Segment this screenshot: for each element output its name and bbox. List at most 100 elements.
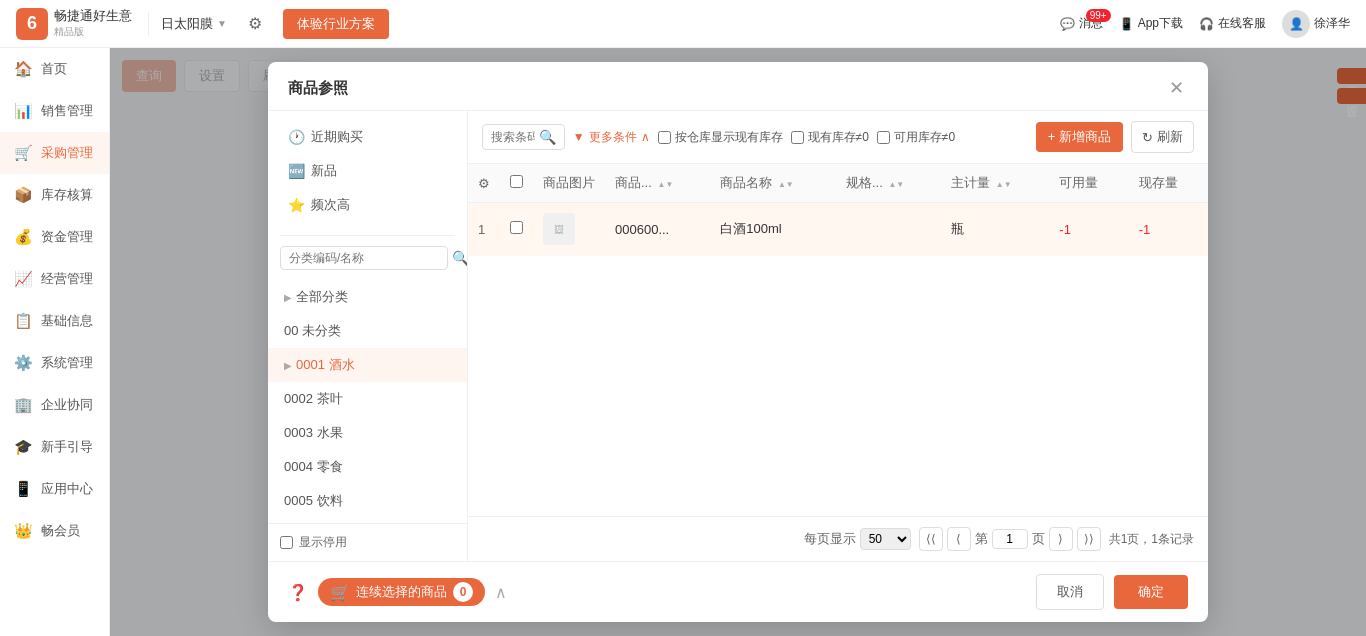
sidebar-item-collab[interactable]: 🏢 企业协同 [0,384,109,426]
category-tea[interactable]: 0002 茶叶 [268,382,467,416]
col-name-header[interactable]: 商品名称 ▲▼ [710,164,836,203]
messages-item[interactable]: 💬 消息 99+ [1060,15,1103,32]
row-img-cell: 🖼 [533,203,605,256]
filter-check1[interactable]: 按仓库显示现有库存 [658,129,783,146]
category-all[interactable]: ▶ 全部分类 [268,280,467,314]
brand-name: 畅捷通好生意 [54,8,132,25]
frequent-icon: ⭐ [288,197,305,213]
col-code-header[interactable]: 商品... ▲▼ [605,164,710,203]
category-search-icon[interactable]: 🔍 [452,250,468,266]
collab-icon: 🏢 [14,396,33,414]
sidebar-item-apps[interactable]: 📱 应用中心 [0,468,109,510]
show-disabled-label: 显示停用 [299,534,347,551]
product-search-input[interactable] [491,130,535,144]
first-page-btn[interactable]: ⟨⟨ [919,527,943,551]
col-available-header[interactable]: 可用量 [1049,164,1128,203]
quick-recent-purchases[interactable]: 🕐 近期购买 [280,121,455,153]
store-selector[interactable]: 日太阳膜 ▼ [161,15,227,33]
help-icon[interactable]: ❓ [288,583,308,602]
logo-area: 6 畅捷通好生意 精品版 [16,8,136,40]
select-all-checkbox[interactable] [510,175,523,188]
row-checkbox[interactable] [510,221,523,234]
sidebar-item-purchase[interactable]: 🛒 采购管理 [0,132,109,174]
last-page-btn[interactable]: ⟩⟩ [1077,527,1101,551]
sidebar-item-guide[interactable]: 🎓 新手引导 [0,426,109,468]
filter-check1-input[interactable] [658,131,671,144]
add-product-btn[interactable]: + 新增商品 [1036,122,1123,152]
show-disabled-input[interactable] [280,536,293,549]
category-drinks-label: 0005 饮料 [284,492,343,510]
category-snacks[interactable]: 0004 零食 [268,450,467,484]
filter-more-label: 更多条件 [589,129,637,146]
cancel-btn[interactable]: 取消 [1036,574,1104,610]
modal-close-btn[interactable]: ✕ [1164,76,1188,100]
page-size-select[interactable]: 10 20 50 100 [860,528,911,550]
category-alcohol-label: 0001 酒水 [296,356,355,374]
cart-btn[interactable]: 🛒 连续选择的商品 0 [318,578,485,606]
modal-overlay: 商品参照 ✕ 🕐 近期购买 🆕 [110,48,1366,636]
sidebar-label-basic: 基础信息 [41,312,93,330]
filter-check3-input[interactable] [877,131,890,144]
category-tea-label: 0002 茶叶 [284,390,343,408]
row-checkbox-cell[interactable] [500,203,533,256]
col-unit-header[interactable]: 主计量 ▲▼ [941,164,1049,203]
sidebar-label-inventory: 库存核算 [41,186,93,204]
sidebar-item-system[interactable]: ⚙️ 系统管理 [0,342,109,384]
modal-header: 商品参照 ✕ [268,62,1208,111]
category-fruit[interactable]: 0003 水果 [268,416,467,450]
col-checkbox-header[interactable] [500,164,533,203]
page-word2: 页 [1032,530,1045,548]
sidebar-item-sales[interactable]: 📊 销售管理 [0,90,109,132]
table-row[interactable]: 1 🖼 000600... 白酒100ml [468,203,1208,256]
next-page-btn[interactable]: ⟩ [1049,527,1073,551]
quick-recent-label: 近期购买 [311,128,363,146]
app-download-item[interactable]: 📱 App下载 [1119,15,1183,32]
sidebar-label-collab: 企业协同 [41,396,93,414]
show-disabled-checkbox[interactable]: 显示停用 [280,534,455,551]
category-search-input[interactable] [280,246,448,270]
page-size-selector: 每页显示 10 20 50 100 [804,528,911,550]
page-number-input[interactable] [992,529,1028,549]
online-service-item[interactable]: 🎧 在线客服 [1199,15,1266,32]
col-img-header: 商品图片 [533,164,605,203]
sidebar-item-member[interactable]: 👑 畅会员 [0,510,109,552]
panel-divider [280,235,455,236]
product-search-icon[interactable]: 🔍 [539,129,556,145]
app-download-label: App下载 [1138,15,1183,32]
category-all-label: 全部分类 [296,288,348,306]
experience-btn[interactable]: 体验行业方案 [283,9,389,39]
filter-check3[interactable]: 可用库存≠0 [877,129,955,146]
settings-gear-icon[interactable]: ⚙ [478,176,490,191]
footer-collapse-icon[interactable]: ∧ [495,583,507,602]
filter-check2-input[interactable] [791,131,804,144]
category-uncategorized[interactable]: 00 未分类 [268,314,467,348]
nav-divider [148,12,149,36]
sidebar-item-basic[interactable]: 📋 基础信息 [0,300,109,342]
category-alcohol[interactable]: ▶ 0001 酒水 [268,348,467,382]
sidebar-item-home[interactable]: 🏠 首页 [0,48,109,90]
left-sidebar: 🏠 首页 📊 销售管理 🛒 采购管理 📦 库存核算 💰 资金管理 📈 经营管理 … [0,48,110,636]
quick-new-label: 新品 [311,162,337,180]
refresh-btn[interactable]: ↻ 刷新 [1131,121,1194,153]
sidebar-item-inventory[interactable]: 📦 库存核算 [0,174,109,216]
filter-check2[interactable]: 现有库存≠0 [791,129,869,146]
product-image: 🖼 [543,213,575,245]
settings-icon[interactable]: ⚙ [239,8,271,40]
sidebar-item-operation[interactable]: 📈 经营管理 [0,258,109,300]
col-spec-header[interactable]: 规格... ▲▼ [836,164,941,203]
caret-icon-alcohol: ▶ [284,360,292,371]
sidebar-label-apps: 应用中心 [41,480,93,498]
logo-icon: 6 [16,8,48,40]
modal-dialog: 商品参照 ✕ 🕐 近期购买 🆕 [268,62,1208,622]
user-item[interactable]: 👤 徐泽华 [1282,10,1350,38]
filter-more-btn[interactable]: ▼ 更多条件 ∧ [573,129,650,146]
prev-page-btn[interactable]: ⟨ [947,527,971,551]
quick-access-section: 🕐 近期购买 🆕 新品 ⭐ 频次高 [268,111,467,231]
quick-frequent[interactable]: ⭐ 频次高 [280,189,455,221]
confirm-btn[interactable]: 确定 [1114,575,1188,609]
sidebar-item-finance[interactable]: 💰 资金管理 [0,216,109,258]
row-code-cell: 000600... [605,203,710,256]
category-drinks[interactable]: 0005 饮料 [268,484,467,518]
row-num-cell: 1 [468,203,500,256]
quick-new-items[interactable]: 🆕 新品 [280,155,455,187]
